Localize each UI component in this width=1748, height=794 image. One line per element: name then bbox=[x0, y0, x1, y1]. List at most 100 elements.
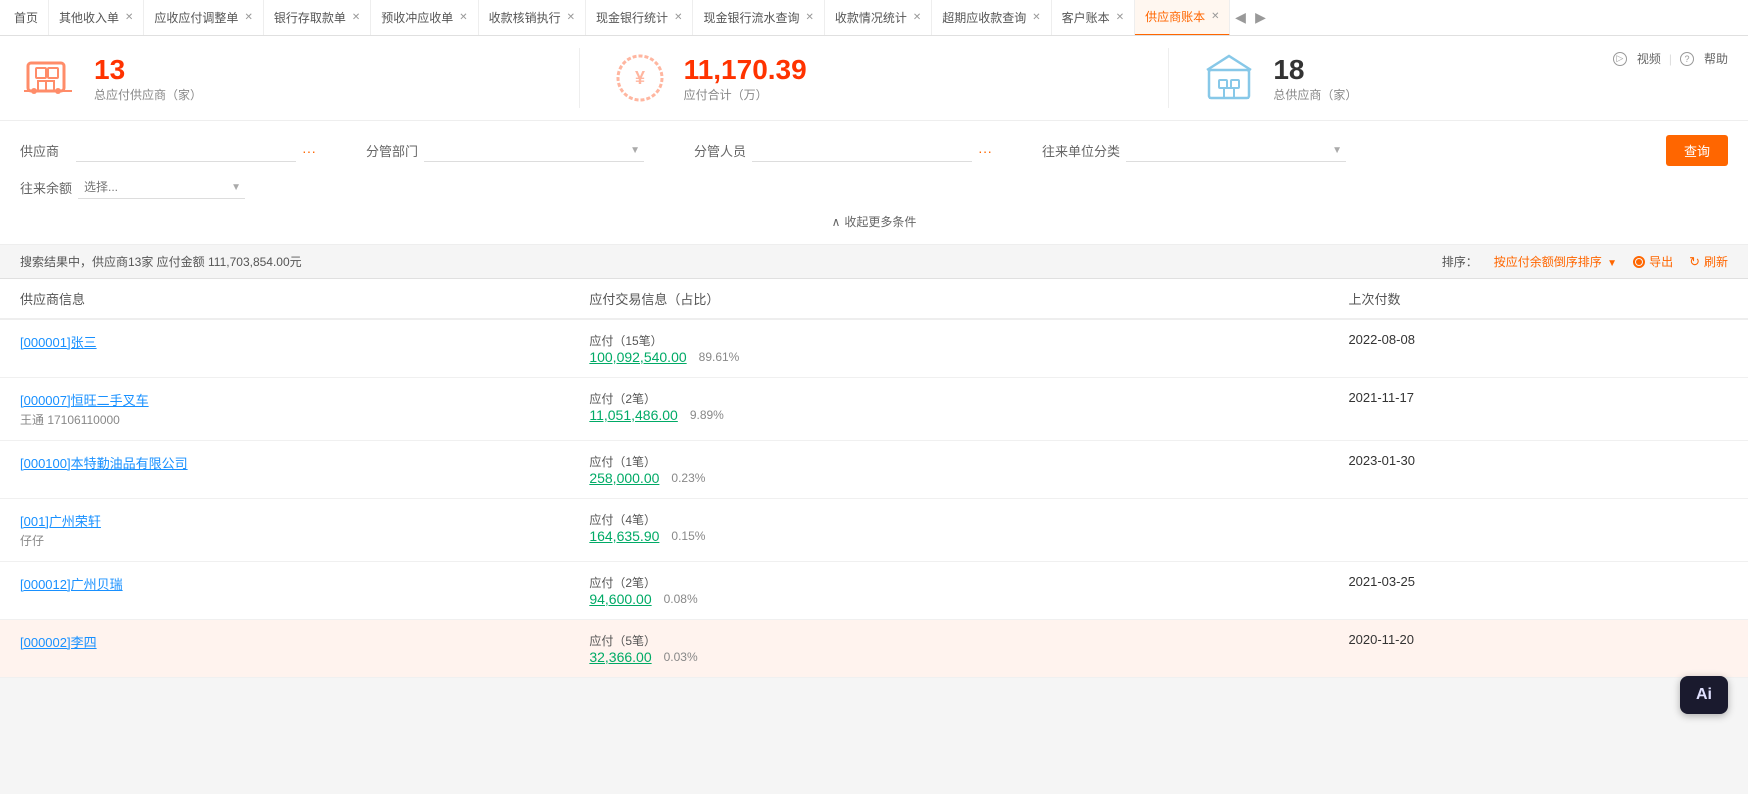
nav-tab-overdue-query[interactable]: 超期应收款查询 ✕ bbox=[932, 0, 1051, 36]
nav-tab-cash-bank-flow[interactable]: 现金银行流水查询 ✕ bbox=[693, 0, 824, 36]
export-button[interactable]: 导出 bbox=[1633, 253, 1673, 270]
nav-tab-home[interactable]: 首页 bbox=[4, 0, 49, 36]
table-header: 供应商信息 应付交易信息（占比） 上次付数 bbox=[0, 279, 1748, 320]
filter-balance: 往来余额 ▼ bbox=[20, 176, 245, 199]
nav-tab-prepay-offset-close[interactable]: ✕ bbox=[459, 12, 467, 23]
nav-tab-supplier-account-label: 供应商账本 bbox=[1145, 8, 1205, 25]
nav-tab-cash-bank-flow-label: 现金银行流水查询 bbox=[703, 9, 799, 26]
nav-tab-supplier-account-close[interactable]: ✕ bbox=[1211, 11, 1219, 22]
table-container: 供应商信息 应付交易信息（占比） 上次付数 [000001]张三 应付（15笔）… bbox=[0, 279, 1748, 678]
nav-tab-customer-account-close[interactable]: ✕ bbox=[1116, 12, 1124, 23]
trans-amount-4[interactable]: 164,635.90 bbox=[589, 528, 659, 544]
sort-value[interactable]: 按应付余额倒序排序 ▼ bbox=[1494, 253, 1617, 270]
nav-tab-ap-adjust-close[interactable]: ✕ bbox=[244, 12, 252, 23]
supplier-table: 供应商信息 应付交易信息（占比） 上次付数 [000001]张三 应付（15笔）… bbox=[0, 279, 1748, 678]
top-navigation: 首页 其他收入单 ✕ 应收应付调整单 ✕ 银行存取款单 ✕ 预收冲应收单 ✕ 收… bbox=[0, 0, 1748, 36]
nav-tab-receipt-verify[interactable]: 收款核销执行 ✕ bbox=[479, 0, 586, 36]
supplier-link-5[interactable]: [000012]广州贝瑞 bbox=[20, 574, 589, 593]
summary-divider-2 bbox=[1168, 48, 1169, 108]
table-row[interactable]: [001]广州荣轩 仔仔 应付（4笔） 164,635.90 0.15% bbox=[0, 499, 1748, 562]
refresh-button[interactable]: ↻ 刷新 bbox=[1689, 253, 1728, 270]
category-input[interactable] bbox=[1126, 139, 1346, 162]
header-transaction: 应付交易信息（占比） bbox=[589, 289, 1348, 308]
supplier-ellipsis-icon[interactable]: ··· bbox=[302, 143, 316, 159]
summary-payable-suppliers: 13 总应付供应商（家） bbox=[20, 48, 549, 108]
trans-amount-2[interactable]: 11,051,486.00 bbox=[589, 407, 678, 423]
result-bar: 搜索结果中，供应商13家 应付金额 111,703,854.00元 排序： 按应… bbox=[0, 245, 1748, 279]
person-input[interactable] bbox=[752, 139, 972, 162]
nav-tab-overdue-query-close[interactable]: ✕ bbox=[1032, 12, 1040, 23]
nav-tab-receipt-stat-label: 收款情况统计 bbox=[835, 9, 907, 26]
nav-tab-other-income-close[interactable]: ✕ bbox=[125, 12, 133, 23]
payable-amount-label: 应付合计（万） bbox=[684, 86, 807, 103]
dept-input[interactable] bbox=[424, 139, 644, 162]
nav-prev-arrow[interactable]: ◀ bbox=[1230, 0, 1250, 36]
nav-tab-cash-bank-flow-close[interactable]: ✕ bbox=[805, 12, 813, 23]
query-button[interactable]: 查询 bbox=[1666, 135, 1728, 166]
transaction-info-3: 应付（1笔） 258,000.00 0.23% bbox=[589, 453, 1348, 486]
supplier-link-2[interactable]: [000007]恒旺二手叉车 bbox=[20, 390, 589, 409]
filter-row-2: 往来余额 ▼ bbox=[20, 176, 1728, 199]
store-icon bbox=[1199, 48, 1259, 108]
nav-tab-ap-adjust[interactable]: 应收应付调整单 ✕ bbox=[144, 0, 263, 36]
supplier-link-3[interactable]: [000100]本特勤油品有限公司 bbox=[20, 453, 589, 472]
nav-tab-receipt-stat-close[interactable]: ✕ bbox=[913, 12, 921, 23]
transaction-info-2: 应付（2笔） 11,051,486.00 9.89% bbox=[589, 390, 1348, 423]
lastpay-1: 2022-08-08 bbox=[1348, 332, 1728, 347]
collapse-button[interactable]: ∧ 收起更多条件 bbox=[832, 209, 917, 234]
nav-next-arrow[interactable]: ▶ bbox=[1250, 0, 1270, 36]
trans-label-2: 应付（2笔） bbox=[589, 390, 1348, 407]
table-row[interactable]: [000012]广州贝瑞 应付（2笔） 94,600.00 0.08% 2021… bbox=[0, 562, 1748, 620]
refresh-icon: ↻ bbox=[1689, 254, 1700, 270]
nav-tab-cash-bank-stat[interactable]: 现金银行统计 ✕ bbox=[586, 0, 693, 36]
balance-filter-label: 往来余额 bbox=[20, 178, 72, 197]
table-row[interactable]: [000007]恒旺二手叉车 王通 17106110000 应付（2笔） 11,… bbox=[0, 378, 1748, 441]
nav-tab-receipt-stat[interactable]: 收款情况统计 ✕ bbox=[825, 0, 932, 36]
refresh-label: 刷新 bbox=[1704, 253, 1728, 270]
nav-tab-prepay-offset-label: 预收冲应收单 bbox=[381, 9, 453, 26]
nav-tab-other-income[interactable]: 其他收入单 ✕ bbox=[49, 0, 144, 36]
nav-tab-prepay-offset[interactable]: 预收冲应收单 ✕ bbox=[371, 0, 478, 36]
top-right-links: ▷ 视频 | ? 帮助 bbox=[1613, 50, 1728, 67]
export-label: 导出 bbox=[1649, 253, 1673, 270]
nav-tab-cash-bank-stat-close[interactable]: ✕ bbox=[674, 12, 682, 23]
supplier-sub-2: 王通 17106110000 bbox=[20, 411, 589, 428]
table-row[interactable]: [000001]张三 应付（15笔） 100,092,540.00 89.61%… bbox=[0, 320, 1748, 378]
supplier-input[interactable] bbox=[76, 139, 296, 162]
table-row[interactable]: [000100]本特勤油品有限公司 应付（1笔） 258,000.00 0.23… bbox=[0, 441, 1748, 499]
total-suppliers-value: 18 bbox=[1273, 53, 1357, 87]
nav-tab-overdue-query-label: 超期应收款查询 bbox=[942, 9, 1026, 26]
supplier-link-4[interactable]: [001]广州荣轩 bbox=[20, 511, 589, 530]
trans-amount-5[interactable]: 94,600.00 bbox=[589, 591, 651, 607]
supplier-link-6[interactable]: [000002]李四 bbox=[20, 632, 589, 651]
result-bar-right: 排序： 按应付余额倒序排序 ▼ 导出 ↻ 刷新 bbox=[1442, 253, 1728, 270]
nav-tab-receipt-verify-close[interactable]: ✕ bbox=[567, 12, 575, 23]
nav-tab-customer-account[interactable]: 客户账本 ✕ bbox=[1052, 0, 1135, 36]
nav-tab-bank-deposit-close[interactable]: ✕ bbox=[352, 12, 360, 23]
lastpay-3: 2023-01-30 bbox=[1348, 453, 1728, 468]
result-summary-text: 搜索结果中，供应商13家 应付金额 111,703,854.00元 bbox=[20, 253, 302, 270]
person-ellipsis-icon[interactable]: ··· bbox=[978, 143, 992, 159]
trans-percent-6: 0.03% bbox=[664, 650, 698, 664]
supplier-link-1[interactable]: [000001]张三 bbox=[20, 332, 589, 351]
video-link[interactable]: 视频 bbox=[1637, 50, 1661, 67]
transaction-info-4: 应付（4笔） 164,635.90 0.15% bbox=[589, 511, 1348, 544]
trans-amount-1[interactable]: 100,092,540.00 bbox=[589, 349, 686, 365]
summary-payable-amount: ¥ 11,170.39 应付合计（万） bbox=[610, 48, 1139, 108]
trans-percent-2: 9.89% bbox=[690, 408, 724, 422]
nav-tab-bank-deposit[interactable]: 银行存取款单 ✕ bbox=[264, 0, 371, 36]
table-row[interactable]: [000002]李四 应付（5笔） 32,366.00 0.03% 2020-1… bbox=[0, 620, 1748, 678]
header-supplier: 供应商信息 bbox=[20, 289, 589, 308]
sort-value-text: 按应付余额倒序排序 bbox=[1494, 255, 1602, 269]
nav-tab-customer-account-label: 客户账本 bbox=[1062, 9, 1110, 26]
trans-amount-3[interactable]: 258,000.00 bbox=[589, 470, 659, 486]
ai-button[interactable]: Ai bbox=[1680, 676, 1728, 714]
nav-tab-supplier-account[interactable]: 供应商账本 ✕ bbox=[1135, 0, 1230, 36]
balance-input[interactable] bbox=[78, 176, 245, 199]
trans-amount-6[interactable]: 32,366.00 bbox=[589, 649, 651, 665]
filter-dept: 分管部门 ▼ bbox=[366, 139, 644, 162]
lastpay-date-3: 2023-01-30 bbox=[1348, 453, 1415, 468]
help-icon: ? bbox=[1680, 52, 1694, 66]
help-link[interactable]: 帮助 bbox=[1704, 50, 1728, 67]
trans-percent-5: 0.08% bbox=[664, 592, 698, 606]
